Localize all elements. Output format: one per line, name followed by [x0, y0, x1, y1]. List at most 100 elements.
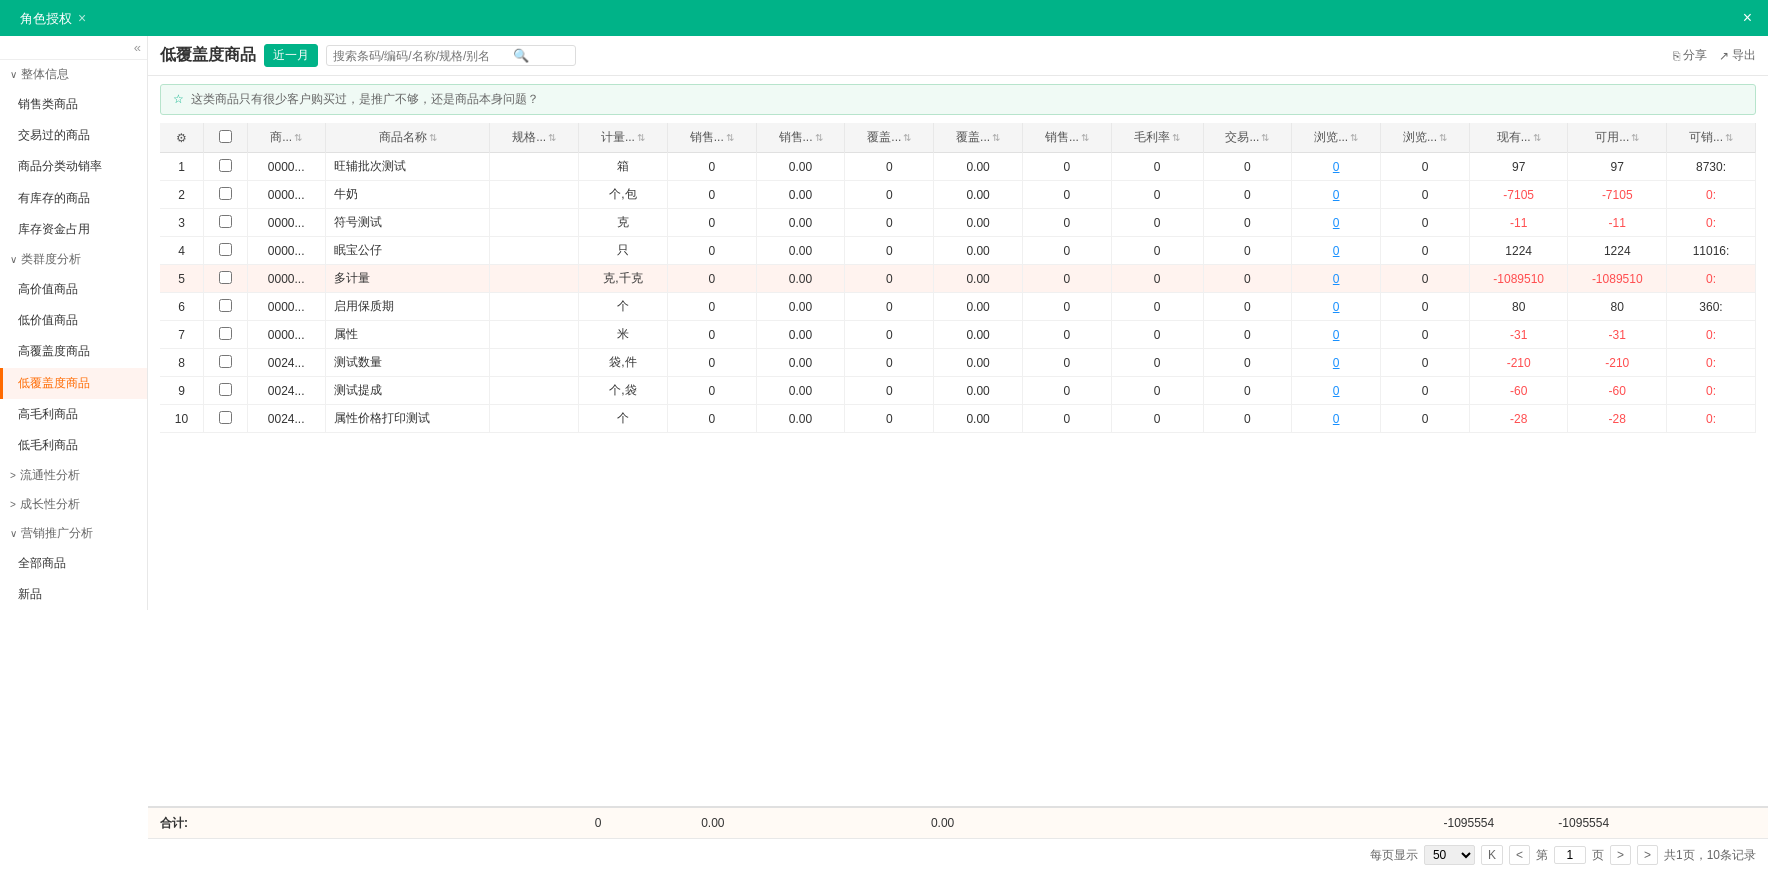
col-header-checkbox[interactable] [203, 123, 247, 153]
row-checkbox[interactable] [203, 349, 247, 377]
sidebar-item[interactable]: 低价值商品 [0, 305, 147, 336]
sidebar-item[interactable]: 高覆盖度商品 [0, 336, 147, 367]
row-select-checkbox[interactable] [219, 355, 232, 368]
last-page-btn[interactable]: > [1637, 845, 1658, 865]
col-header-settings[interactable]: ⚙ [160, 123, 203, 153]
nav-close-icon[interactable]: × [74, 10, 86, 26]
row-checkbox[interactable] [203, 377, 247, 405]
total-records: 共1页，10条记录 [1664, 847, 1756, 864]
col-header-sales_qty[interactable]: 销售...⇅ [667, 123, 756, 153]
product-spec [490, 265, 579, 293]
row-checkbox[interactable] [203, 321, 247, 349]
table-wrapper[interactable]: ⚙商...⇅商品名称⇅规格...⇅计量...⇅销售...⇅销售...⇅覆盖...… [160, 123, 1756, 806]
row-select-checkbox[interactable] [219, 299, 232, 312]
sidebar-section-header[interactable]: >成长性分析 [0, 490, 147, 519]
col-header-unit[interactable]: 计量...⇅ [579, 123, 668, 153]
col-header-spec[interactable]: 规格...⇅ [490, 123, 579, 153]
row-checkbox[interactable] [203, 293, 247, 321]
first-page-btn[interactable]: K [1481, 845, 1503, 865]
col-header-view1[interactable]: 浏览...⇅ [1292, 123, 1381, 153]
row-select-checkbox[interactable] [219, 271, 232, 284]
coverage1: 0 [845, 153, 934, 181]
sidebar-item[interactable]: 商品分类动销率 [0, 151, 147, 182]
sidebar-section-header[interactable]: ∨整体信息 [0, 60, 147, 89]
col-header-available[interactable]: 可用...⇅ [1568, 123, 1667, 153]
col-header-current_stock[interactable]: 现有...⇅ [1469, 123, 1568, 153]
coverage2: 0.00 [934, 321, 1023, 349]
row-select-checkbox[interactable] [219, 411, 232, 424]
product-spec [490, 181, 579, 209]
col-header-sellable[interactable]: 可销...⇅ [1667, 123, 1756, 153]
table-row: 40000...眠宝公仔只00.0000.0000000122412241101… [160, 237, 1756, 265]
view1-link[interactable]: 0 [1292, 237, 1381, 265]
col-header-sales_other[interactable]: 销售...⇅ [1023, 123, 1112, 153]
sidebar-item[interactable]: 低覆盖度商品 [0, 368, 147, 399]
col-header-coverage1[interactable]: 覆盖...⇅ [845, 123, 934, 153]
sort-icon: ⇅ [1725, 132, 1733, 143]
view1-link[interactable]: 0 [1292, 377, 1381, 405]
sidebar-item[interactable]: 高毛利商品 [0, 399, 147, 430]
share-btn[interactable]: ⎘ 分享 [1673, 47, 1707, 64]
sidebar-item[interactable]: 高价值商品 [0, 274, 147, 305]
sidebar-item[interactable]: 全部商品 [0, 548, 147, 579]
trade: 0 [1203, 349, 1292, 377]
row-select-checkbox[interactable] [219, 383, 232, 396]
col-header-code[interactable]: 商...⇅ [247, 123, 325, 153]
view1-link[interactable]: 0 [1292, 349, 1381, 377]
prev-page-btn[interactable]: < [1509, 845, 1530, 865]
product-name: 测试提成 [325, 377, 489, 405]
view1-link[interactable]: 0 [1292, 181, 1381, 209]
filter-btn-recent-month[interactable]: 近一月 [264, 44, 318, 67]
row-checkbox[interactable] [203, 265, 247, 293]
row-select-checkbox[interactable] [219, 187, 232, 200]
sidebar-item[interactable]: 库存资金占用 [0, 214, 147, 245]
row-select-checkbox[interactable] [219, 159, 232, 172]
nav-item[interactable]: 角色授权 × [8, 0, 124, 36]
row-checkbox[interactable] [203, 405, 247, 433]
sidebar-collapse-btn[interactable]: « [134, 40, 141, 55]
row-select-checkbox[interactable] [219, 243, 232, 256]
next-page-btn[interactable]: > [1610, 845, 1631, 865]
view1-link[interactable]: 0 [1292, 209, 1381, 237]
col-header-view2[interactable]: 浏览...⇅ [1381, 123, 1470, 153]
view1-link[interactable]: 0 [1292, 265, 1381, 293]
row-checkbox[interactable] [203, 181, 247, 209]
per-page-select[interactable]: 50 100 200 [1424, 845, 1475, 865]
page-input[interactable] [1554, 846, 1586, 864]
col-header-sales_amt[interactable]: 销售...⇅ [756, 123, 845, 153]
sales-qty: 0 [667, 405, 756, 433]
col-header-trade[interactable]: 交易...⇅ [1203, 123, 1292, 153]
sidebar-item[interactable]: 销售类商品 [0, 89, 147, 120]
row-select-checkbox[interactable] [219, 327, 232, 340]
sidebar-section-header[interactable]: ∨营销推广分析 [0, 519, 147, 548]
sidebar-section-label: 类群度分析 [21, 251, 81, 268]
trade: 0 [1203, 153, 1292, 181]
view1-link[interactable]: 0 [1292, 293, 1381, 321]
select-all-checkbox[interactable] [219, 130, 232, 143]
row-checkbox[interactable] [203, 237, 247, 265]
banner-text: 这类商品只有很少客户购买过，是推广不够，还是商品本身问题？ [191, 92, 539, 106]
window-close-btn[interactable]: × [1735, 9, 1760, 27]
search-input[interactable] [333, 49, 513, 63]
col-header-name[interactable]: 商品名称⇅ [325, 123, 489, 153]
export-btn[interactable]: ↗ 导出 [1719, 47, 1756, 64]
sidebar-item[interactable]: 新品 [0, 579, 147, 610]
sidebar-item[interactable]: 低毛利商品 [0, 430, 147, 461]
row-select-checkbox[interactable] [219, 215, 232, 228]
view1-link[interactable]: 0 [1292, 405, 1381, 433]
view1-link[interactable]: 0 [1292, 321, 1381, 349]
sellable: 0: [1667, 377, 1756, 405]
row-checkbox[interactable] [203, 153, 247, 181]
row-checkbox[interactable] [203, 209, 247, 237]
sidebar-item[interactable]: 交易过的商品 [0, 120, 147, 151]
view1-link[interactable]: 0 [1292, 153, 1381, 181]
settings-icon[interactable]: ⚙ [176, 131, 187, 145]
product-spec [490, 209, 579, 237]
sidebar-section-header[interactable]: ∨类群度分析 [0, 245, 147, 274]
col-header-coverage2[interactable]: 覆盖...⇅ [934, 123, 1023, 153]
sidebar-section-header[interactable]: >流通性分析 [0, 461, 147, 490]
col-header-margin[interactable]: 毛利率⇅ [1111, 123, 1203, 153]
sidebar-item[interactable]: 有库存的商品 [0, 183, 147, 214]
sort-icon: ⇅ [548, 132, 556, 143]
search-icon[interactable]: 🔍 [513, 48, 529, 63]
